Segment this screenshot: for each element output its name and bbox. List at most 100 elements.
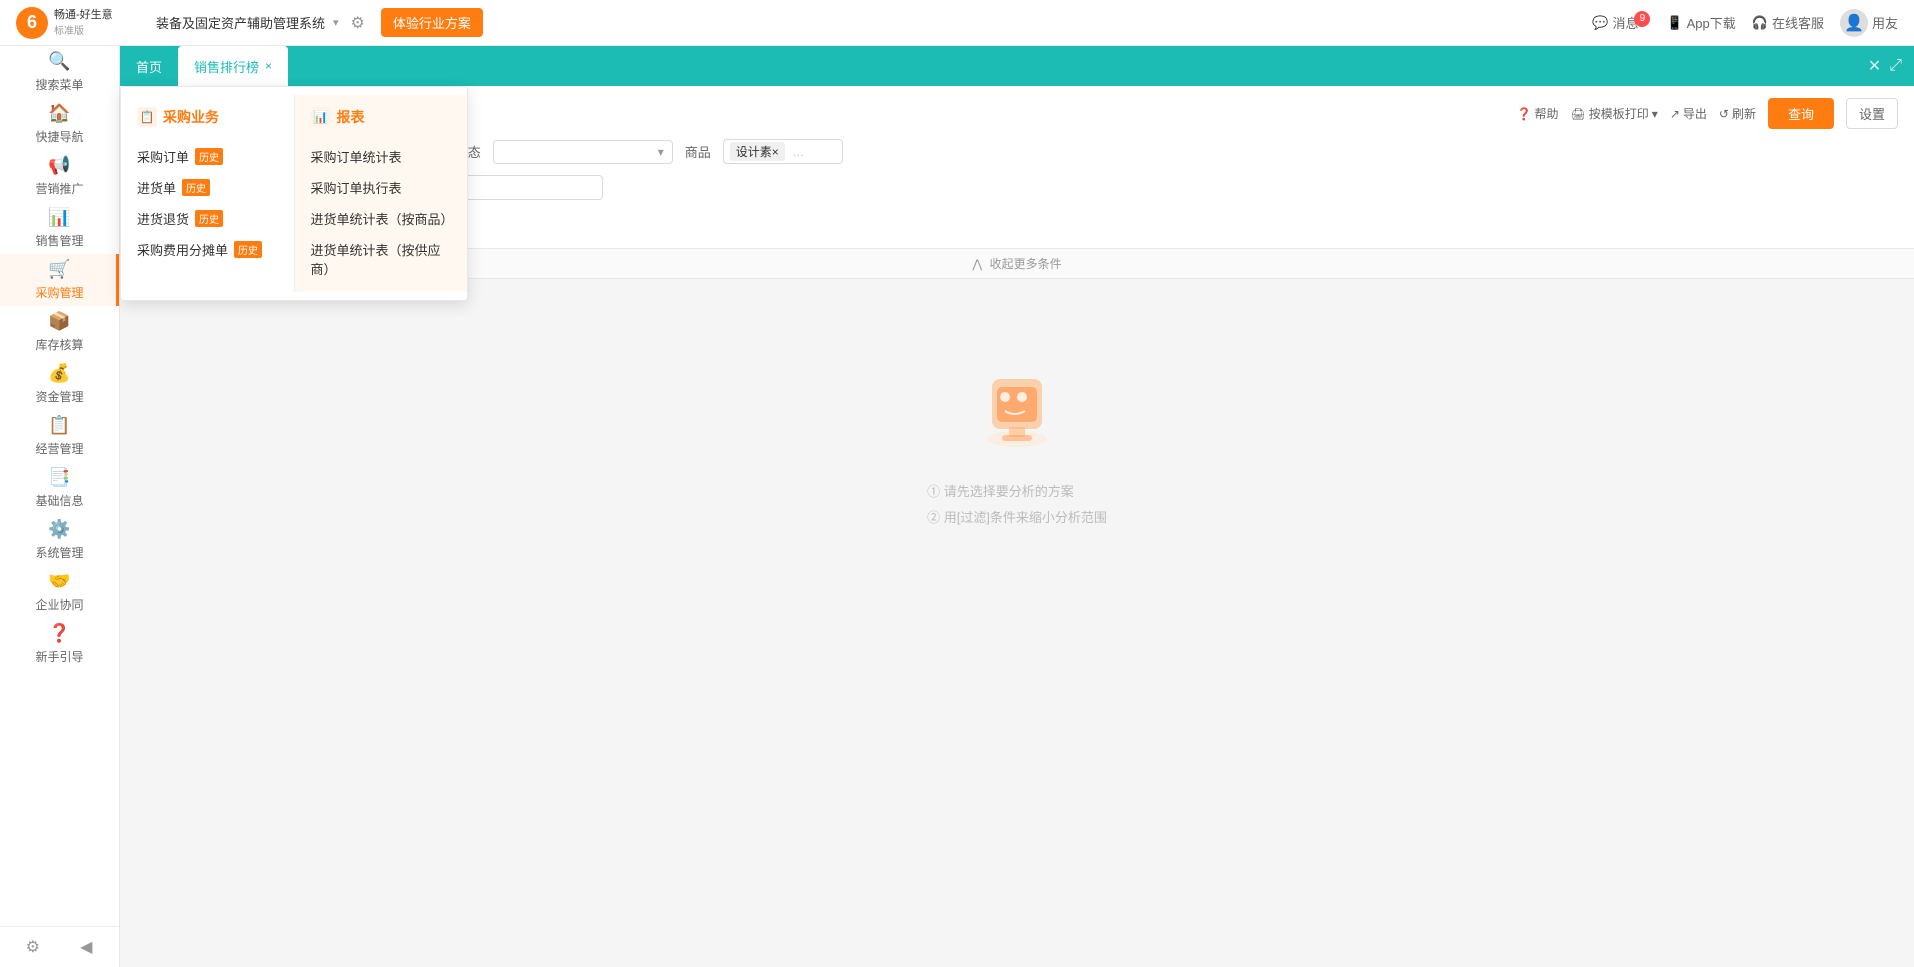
help-icon: ❓ — [1517, 107, 1532, 121]
finance-icon: 💰 — [48, 363, 70, 384]
sidebar-bottom: ⚙ ◀ — [0, 926, 119, 967]
tab-close-btn[interactable]: × — [265, 59, 272, 73]
messages-badge: 9 — [1634, 11, 1650, 27]
enterprise-icon: 🤝 — [48, 571, 70, 592]
popup-item-purchase-order[interactable]: 采购订单 历史 — [137, 141, 278, 172]
popup-purchase-header: 📋 采购业务 — [137, 103, 278, 131]
logo-text: 畅通-好生意 标准版 — [54, 8, 113, 37]
empty-illustration — [967, 359, 1067, 459]
tab-sales-label: 销售排行榜 — [194, 57, 259, 76]
popup-item-purchase-expense[interactable]: 采购费用分摊单 历史 — [137, 234, 278, 265]
tab-home-label: 首页 — [136, 57, 162, 76]
goods-tag: 设计素× — [730, 142, 785, 161]
sidebar-label-operations: 经营管理 — [35, 440, 83, 457]
sidebar-label-sales: 销售管理 — [35, 232, 83, 249]
status-select[interactable]: ▾ — [493, 140, 673, 164]
sidebar-item-enterprise[interactable]: 🤝 企业协同 — [0, 566, 119, 618]
inventory-icon: 📦 — [48, 311, 70, 332]
print-dropdown-icon[interactable]: ▾ — [1652, 107, 1658, 121]
avatar: 👤 — [1840, 9, 1868, 37]
refresh-icon: ↺ — [1719, 107, 1729, 121]
popup-purchase-section: 📋 采购业务 采购订单 历史 进货单 历史 进货退货 历史 采购费用分摊单 历史 — [121, 95, 294, 292]
sidebar-collapse-btn[interactable]: ◀ — [64, 937, 110, 957]
tab-home[interactable]: 首页 — [120, 46, 178, 86]
sidebar-item-marketing[interactable]: 📢 营销推广 — [0, 150, 119, 202]
phone-icon: 📱 — [1666, 15, 1682, 31]
user-btn[interactable]: 👤 用友 — [1840, 9, 1898, 37]
receipt-by-goods-label: 进货单统计表（按商品） — [311, 209, 452, 228]
dropdown-popup: 📋 采购业务 采购订单 历史 进货单 历史 进货退货 历史 采购费用分摊单 历史… — [120, 86, 468, 301]
basic-icon: 📑 — [48, 467, 70, 488]
system-dropdown-arrow[interactable]: ▾ — [333, 16, 339, 29]
industry-btn[interactable]: 体验行业方案 — [381, 8, 483, 37]
sidebar-item-operations[interactable]: 📋 经营管理 — [0, 410, 119, 462]
goods-receipt-label: 进货单 — [137, 178, 176, 197]
settings-icon[interactable]: ⚙ — [351, 13, 365, 33]
purchase-header-icon: 📋 — [137, 107, 157, 127]
app-download-label: App下载 — [1687, 13, 1736, 32]
operations-icon: 📋 — [48, 415, 70, 436]
sidebar-item-inventory[interactable]: 📦 库存核算 — [0, 306, 119, 358]
report-title: 报表 — [337, 107, 365, 127]
print-label: 按模板打印 — [1589, 105, 1649, 122]
sidebar-item-basic-info[interactable]: 📑 基础信息 — [0, 462, 119, 514]
print-btn[interactable]: 🖨 按模板打印 ▾ — [1571, 105, 1658, 122]
tab-bar: 首页 销售排行榜 × ✕ ⤢ — [120, 46, 1914, 86]
popup-item-receipt-by-supplier[interactable]: 进货单统计表（按供应商） — [311, 234, 452, 284]
sidebar-label-inventory: 库存核算 — [35, 336, 83, 353]
online-service-btn[interactable]: 🎧 在线客服 — [1752, 13, 1824, 32]
system-title: 装备及固定资产辅助管理系统 — [156, 13, 325, 32]
popup-report-section: 📊 报表 采购订单统计表 采购订单执行表 进货单统计表（按商品） 进货单统计表（… — [294, 95, 468, 292]
logo-area: 6 畅通-好生意 标准版 — [16, 7, 136, 39]
goods-tag-text: 设计素× — [736, 143, 779, 160]
tab-sales-ranking[interactable]: 销售排行榜 × — [178, 46, 288, 86]
status-value — [502, 145, 505, 159]
tab-bar-right: ✕ ⤢ — [1868, 56, 1914, 76]
logo-line1: 畅通-好生意 — [54, 8, 113, 22]
empty-tip2: ② 用[过滤]条件来缩小分析范围 — [927, 505, 1107, 531]
query-btn[interactable]: 查询 — [1768, 98, 1834, 129]
sidebar-settings-btn[interactable]: ⚙ — [10, 937, 56, 957]
tab-close-window-btn[interactable]: ✕ — [1868, 56, 1881, 76]
export-btn[interactable]: ↗ 导出 — [1670, 105, 1707, 122]
goods-more-icon: ... — [793, 144, 804, 159]
purchase-order-label: 采购订单 — [137, 147, 189, 166]
popup-item-po-summary[interactable]: 采购订单统计表 — [311, 141, 452, 172]
app-download-btn[interactable]: 📱 App下载 — [1666, 13, 1735, 32]
sidebar-item-newbie[interactable]: ❓ 新手引导 — [0, 618, 119, 670]
sidebar-item-procurement[interactable]: 🛒 采购管理 — [0, 254, 119, 306]
sales-icon: 📊 — [48, 207, 70, 228]
popup-item-po-execution[interactable]: 采购订单执行表 — [311, 172, 452, 203]
popup-item-receipt-by-goods[interactable]: 进货单统计表（按商品） — [311, 203, 452, 234]
sidebar-item-finance[interactable]: 💰 资金管理 — [0, 358, 119, 410]
setting-btn[interactable]: 设置 — [1846, 98, 1898, 129]
refresh-btn[interactable]: ↺ 刷新 — [1719, 105, 1756, 122]
print-icon: 🖨 — [1571, 107, 1586, 121]
popup-item-goods-return[interactable]: 进货退货 历史 — [137, 203, 278, 234]
logo-icon: 6 — [16, 7, 48, 39]
sidebar-label-marketing: 营销推广 — [35, 180, 83, 197]
logo-char: 6 — [27, 12, 37, 33]
messages-btn[interactable]: 💬 消息 9 — [1592, 13, 1650, 32]
sidebar-item-quick-nav[interactable]: 🏠 快捷导航 — [0, 98, 119, 150]
popup-item-goods-receipt[interactable]: 进货单 历史 — [137, 172, 278, 203]
home-icon: 🏠 — [48, 103, 70, 124]
search-icon: 🔍 — [48, 51, 70, 72]
sidebar-item-search-menu[interactable]: 🔍 搜索菜单 — [0, 46, 119, 98]
sidebar-label-search: 搜索菜单 — [35, 76, 83, 93]
purchase-expense-label: 采购费用分摊单 — [137, 240, 228, 259]
online-service-label: 在线客服 — [1772, 13, 1824, 32]
popup-report-header: 📊 报表 — [311, 103, 452, 131]
purchase-order-badge: 历史 — [195, 148, 223, 165]
receipt-by-supplier-label: 进货单统计表（按供应商） — [311, 240, 452, 278]
tab-maximize-btn[interactable]: ⤢ — [1889, 57, 1902, 75]
goods-filter[interactable]: 设计素× ... — [723, 139, 843, 164]
status-dropdown-icon: ▾ — [658, 145, 664, 159]
top-header: 6 畅通-好生意 标准版 装备及固定资产辅助管理系统 ▾ ⚙ 体验行业方案 💬 … — [0, 0, 1914, 46]
po-summary-label: 采购订单统计表 — [311, 147, 402, 166]
sidebar-item-system[interactable]: ⚙️ 系统管理 — [0, 514, 119, 566]
sidebar-label-system: 系统管理 — [35, 544, 83, 561]
sidebar-item-sales[interactable]: 📊 销售管理 — [0, 202, 119, 254]
empty-tips: ① 请先选择要分析的方案 ② 用[过滤]条件来缩小分析范围 — [927, 479, 1107, 531]
help-btn[interactable]: ❓ 帮助 — [1517, 105, 1559, 122]
